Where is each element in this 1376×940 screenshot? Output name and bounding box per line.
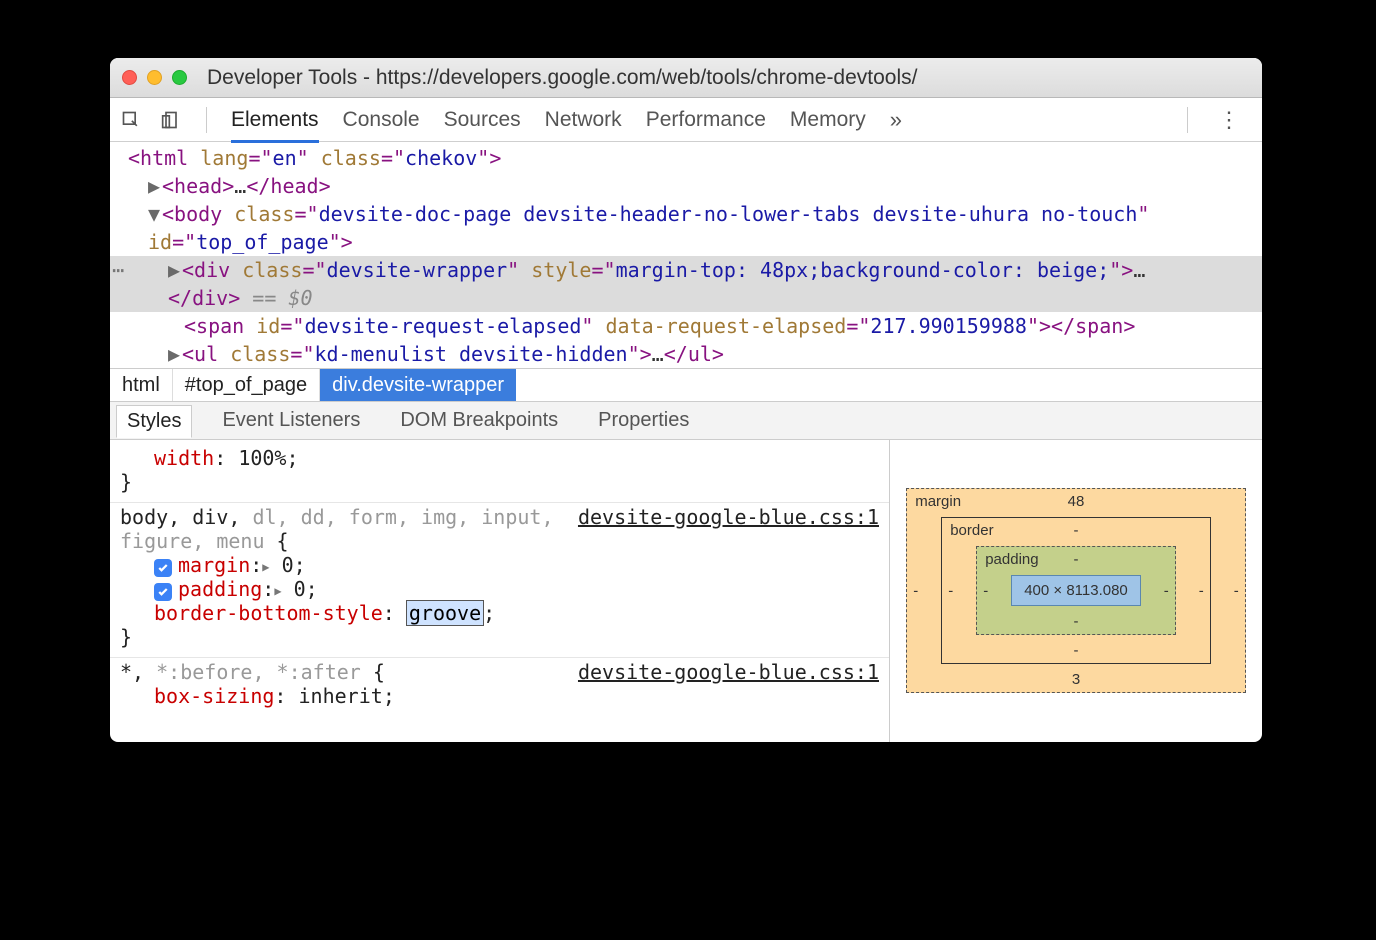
- box-model[interactable]: margin 48 - - 3 border - - - - padding -: [890, 440, 1262, 742]
- traffic-lights: [122, 70, 187, 85]
- tab-sources[interactable]: Sources: [444, 100, 521, 140]
- collapse-arrow-icon[interactable]: ▼: [148, 200, 162, 228]
- dom-node-selected[interactable]: ⋯ ▶<div class="devsite-wrapper" style="m…: [110, 256, 1262, 284]
- box-padding[interactable]: padding - - - - 400 × 8113.080: [976, 546, 1176, 635]
- value-editor[interactable]: groove: [407, 601, 483, 625]
- tab-styles[interactable]: Styles: [116, 405, 192, 438]
- styles-rules[interactable]: width: 100%; } devsite-google-blue.css:1…: [110, 440, 890, 742]
- box-border[interactable]: border - - - - padding - - - - 400 × 811…: [941, 517, 1211, 664]
- expand-shorthand-icon[interactable]: ▶: [274, 584, 281, 598]
- dom-node[interactable]: ▶<ul class="kd-menulist devsite-hidden">…: [110, 340, 1262, 368]
- more-tabs-icon[interactable]: »: [890, 107, 902, 133]
- styles-panel: width: 100%; } devsite-google-blue.css:1…: [110, 440, 1262, 742]
- separator: [206, 107, 207, 133]
- device-icon[interactable]: [160, 109, 182, 131]
- tab-console[interactable]: Console: [343, 100, 420, 140]
- rule-selector[interactable]: body, div, dl, dd, form, img, input, fig…: [120, 505, 554, 553]
- dom-node-selected-end[interactable]: </div> == $0: [110, 284, 1262, 312]
- overflow-icon[interactable]: ⋯: [112, 256, 124, 284]
- minimize-icon[interactable]: [147, 70, 162, 85]
- devtools-window: Developer Tools - https://developers.goo…: [110, 58, 1262, 742]
- tab-event-listeners[interactable]: Event Listeners: [212, 405, 370, 436]
- separator: [1187, 107, 1188, 133]
- dom-node[interactable]: <html lang="en" class="chekov">: [110, 144, 1262, 172]
- tab-memory[interactable]: Memory: [790, 100, 866, 140]
- tab-network[interactable]: Network: [545, 100, 622, 140]
- settings-menu-icon[interactable]: ⋮: [1206, 107, 1252, 133]
- dom-node[interactable]: <span id="devsite-request-elapsed" data-…: [110, 312, 1262, 340]
- style-rule[interactable]: devsite-google-blue.css:1 body, div, dl,…: [110, 503, 889, 658]
- breadcrumb: html #top_of_page div.devsite-wrapper: [110, 368, 1262, 402]
- style-rule[interactable]: devsite-google-blue.css:1 *, *:before, *…: [110, 658, 889, 716]
- dom-node[interactable]: ▶<head>…</head>: [110, 172, 1262, 200]
- dom-node[interactable]: ▼<body class="devsite-doc-page devsite-h…: [110, 200, 1262, 228]
- panel-tabs: Elements Console Sources Network Perform…: [231, 100, 1169, 140]
- box-margin[interactable]: margin 48 - - 3 border - - - - padding -: [906, 488, 1246, 693]
- close-icon[interactable]: [122, 70, 137, 85]
- tab-properties[interactable]: Properties: [588, 405, 699, 436]
- titlebar: Developer Tools - https://developers.goo…: [110, 58, 1262, 98]
- prop-checkbox[interactable]: [154, 559, 172, 577]
- box-content[interactable]: 400 × 8113.080: [1011, 575, 1141, 606]
- source-link[interactable]: devsite-google-blue.css:1: [578, 505, 879, 529]
- breadcrumb-item-selected[interactable]: div.devsite-wrapper: [320, 369, 516, 401]
- breadcrumb-item[interactable]: #top_of_page: [173, 369, 320, 401]
- rule-selector[interactable]: *, *:before, *:after {: [120, 660, 385, 684]
- tab-dom-breakpoints[interactable]: DOM Breakpoints: [390, 405, 568, 436]
- expand-arrow-icon[interactable]: ▶: [168, 340, 182, 368]
- expand-shorthand-icon[interactable]: ▶: [262, 560, 269, 574]
- dom-node-cont[interactable]: id="top_of_page">: [110, 228, 1262, 256]
- style-rule[interactable]: width: 100%; }: [110, 444, 889, 503]
- source-link[interactable]: devsite-google-blue.css:1: [578, 660, 879, 684]
- prop-checkbox[interactable]: [154, 583, 172, 601]
- main-toolbar: Elements Console Sources Network Perform…: [110, 98, 1262, 142]
- window-title: Developer Tools - https://developers.goo…: [207, 66, 917, 90]
- expand-arrow-icon[interactable]: ▶: [168, 256, 182, 284]
- tab-performance[interactable]: Performance: [646, 100, 766, 140]
- maximize-icon[interactable]: [172, 70, 187, 85]
- dom-tree[interactable]: <html lang="en" class="chekov"> ▶<head>……: [110, 142, 1262, 368]
- tab-elements[interactable]: Elements: [231, 100, 319, 143]
- breadcrumb-item[interactable]: html: [110, 369, 173, 401]
- expand-arrow-icon[interactable]: ▶: [148, 172, 162, 200]
- styles-tabs: Styles Event Listeners DOM Breakpoints P…: [110, 402, 1262, 440]
- inspect-icon[interactable]: [120, 109, 142, 131]
